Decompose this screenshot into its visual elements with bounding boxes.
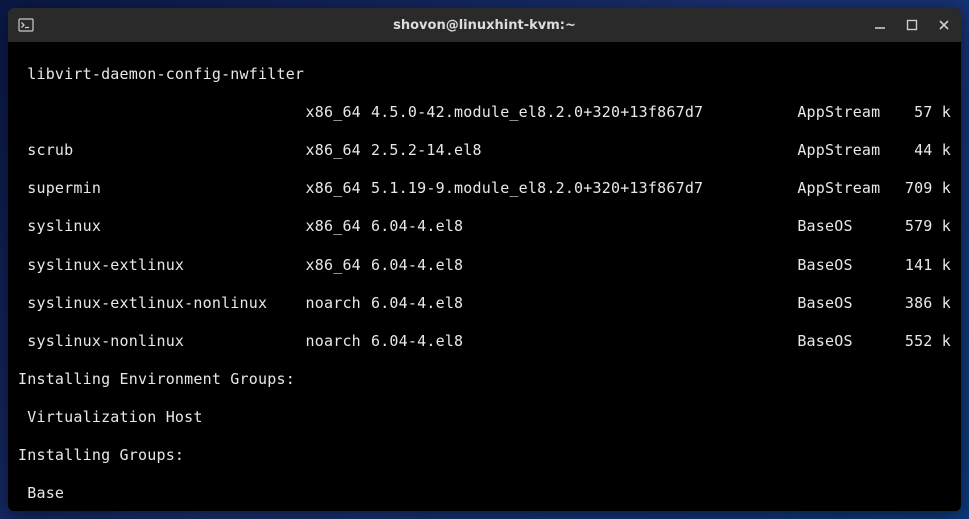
package-row: syslinux-nonlinuxnoarch6.04-4.el8BaseOS5…	[18, 332, 951, 351]
package-row: syslinux-extlinux-nonlinuxnoarch6.04-4.e…	[18, 294, 951, 313]
pkg-name: scrub	[18, 141, 306, 160]
pkg-name: syslinux-nonlinux	[18, 332, 306, 351]
pkg-repo: BaseOS	[797, 217, 896, 236]
pkg-arch: x86_64	[306, 179, 371, 198]
env-group-item: Virtualization Host	[18, 408, 951, 427]
terminal-icon	[16, 15, 36, 35]
minimize-button[interactable]	[871, 16, 889, 34]
pkg-repo: BaseOS	[797, 256, 896, 275]
pkg-name: syslinux-extlinux-nonlinux	[18, 294, 306, 313]
terminal-output[interactable]: libvirt-daemon-config-nwfilter x86_644.5…	[8, 42, 961, 511]
titlebar: shovon@linuxhint-kvm:~	[8, 8, 961, 42]
pkg-size	[896, 65, 951, 84]
pkg-repo: AppStream	[797, 179, 896, 198]
close-button[interactable]	[935, 16, 953, 34]
pkg-arch: noarch	[306, 332, 371, 351]
pkg-version: 6.04-4.el8	[371, 217, 797, 236]
pkg-version: 6.04-4.el8	[371, 332, 797, 351]
pkg-arch	[306, 65, 371, 84]
pkg-arch: x86_64	[306, 256, 371, 275]
pkg-version: 2.5.2-14.el8	[371, 141, 797, 160]
pkg-size: 579 k	[896, 217, 951, 236]
pkg-size: 552 k	[896, 332, 951, 351]
pkg-name: supermin	[18, 179, 306, 198]
pkg-version: 5.1.19-9.module_el8.2.0+320+13f867d7	[371, 179, 797, 198]
pkg-repo: BaseOS	[797, 294, 896, 313]
pkg-version: 4.5.0-42.module_el8.2.0+320+13f867d7	[371, 103, 797, 122]
pkg-version: 6.04-4.el8	[371, 256, 797, 275]
pkg-repo: BaseOS	[797, 332, 896, 351]
pkg-size: 386 k	[896, 294, 951, 313]
pkg-repo: AppStream	[797, 103, 896, 122]
window-title: shovon@linuxhint-kvm:~	[393, 18, 576, 33]
pkg-name: syslinux-extlinux	[18, 256, 306, 275]
terminal-window: shovon@linuxhint-kvm:~ libvirt-daemon-co…	[8, 8, 961, 511]
pkg-arch: x86_64	[306, 217, 371, 236]
window-controls	[871, 16, 953, 34]
pkg-size: 141 k	[896, 256, 951, 275]
pkg-arch: x86_64	[306, 141, 371, 160]
pkg-version	[371, 65, 797, 84]
pkg-name	[18, 103, 306, 122]
pkg-size: 709 k	[896, 179, 951, 198]
pkg-repo: AppStream	[797, 141, 896, 160]
pkg-name: libvirt-daemon-config-nwfilter	[18, 65, 306, 84]
package-row: syslinuxx86_646.04-4.el8BaseOS579 k	[18, 217, 951, 236]
package-row: superminx86_645.1.19-9.module_el8.2.0+32…	[18, 179, 951, 198]
group-item: Base	[18, 484, 951, 503]
maximize-button[interactable]	[903, 16, 921, 34]
pkg-version: 6.04-4.el8	[371, 294, 797, 313]
package-row: syslinux-extlinuxx86_646.04-4.el8BaseOS1…	[18, 256, 951, 275]
pkg-arch: noarch	[306, 294, 371, 313]
env-groups-header: Installing Environment Groups:	[18, 370, 951, 389]
pkg-arch: x86_64	[306, 103, 371, 122]
groups-header: Installing Groups:	[18, 446, 951, 465]
pkg-name: syslinux	[18, 217, 306, 236]
pkg-size: 44 k	[896, 141, 951, 160]
package-row: x86_644.5.0-42.module_el8.2.0+320+13f867…	[18, 103, 951, 122]
pkg-size: 57 k	[896, 103, 951, 122]
package-row: scrubx86_642.5.2-14.el8AppStream44 k	[18, 141, 951, 160]
pkg-repo	[797, 65, 896, 84]
package-row: libvirt-daemon-config-nwfilter	[18, 65, 951, 84]
